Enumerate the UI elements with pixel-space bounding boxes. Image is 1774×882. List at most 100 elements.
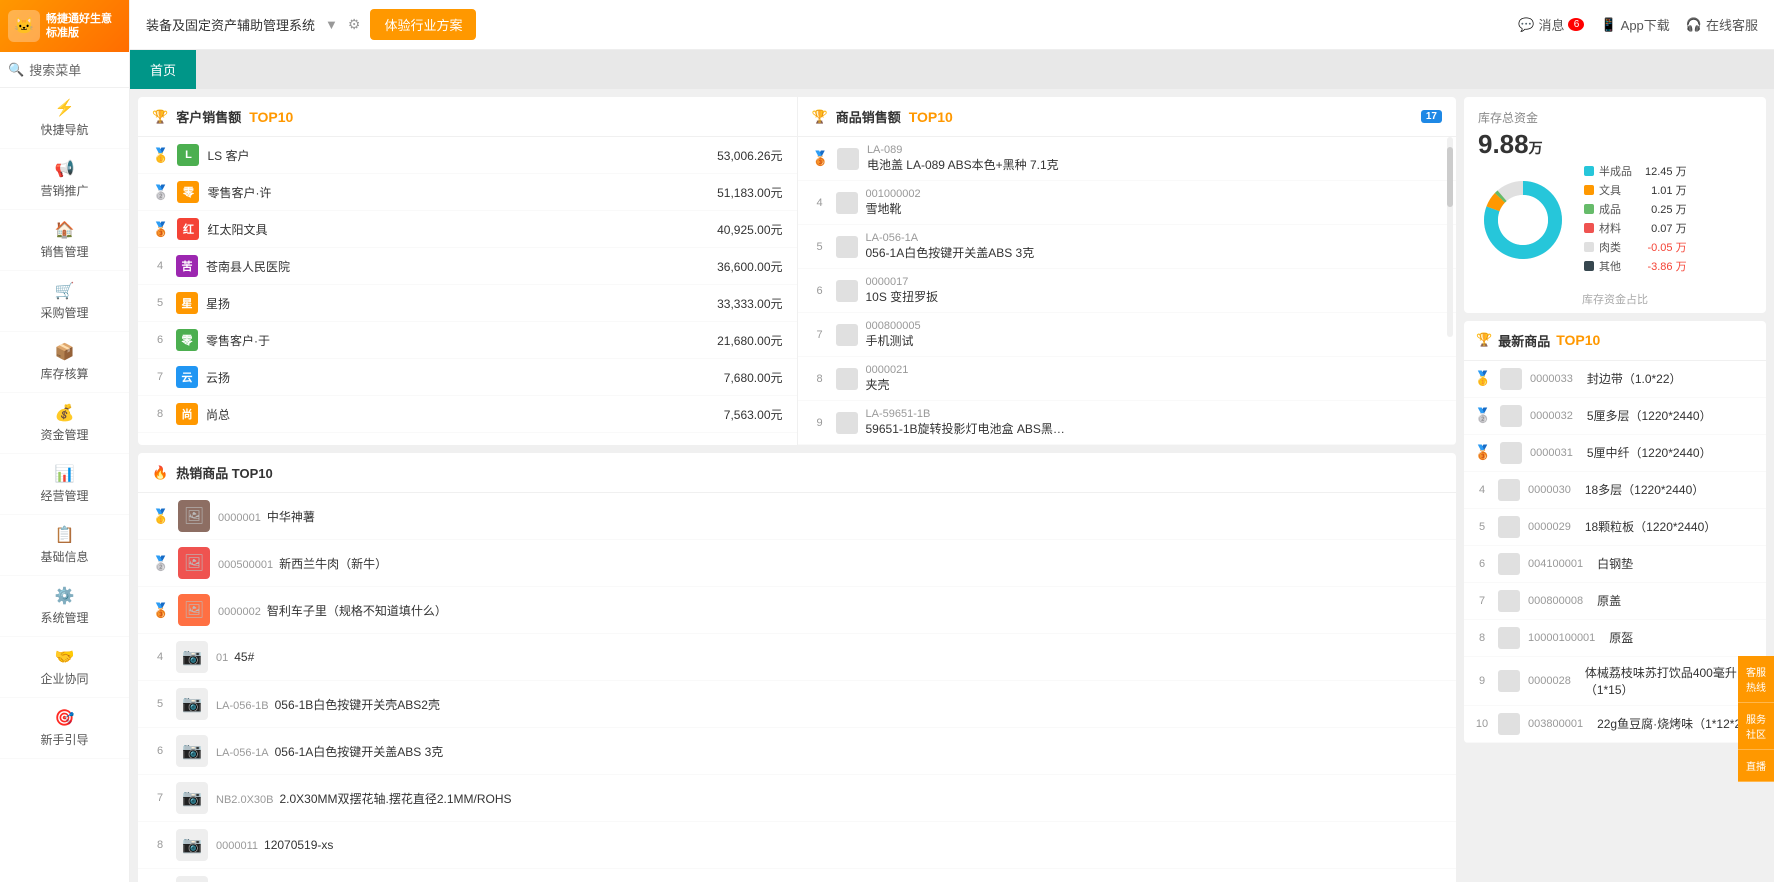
online-service-item[interactable]: 🎧 在线客服 (1686, 15, 1758, 34)
legend-list: 半成品 12.45 万 文具 1.01 万 成品 0.25 万 (1584, 163, 1687, 277)
rank-cell: 🥉 (152, 602, 170, 619)
hot-product-item[interactable]: 9📷KK-SD22110H花语萌恒温分隔睡袋（厚款） (138, 869, 1456, 882)
hot-product-code: 01 (216, 652, 228, 664)
hot-product-code: 000500001 (218, 559, 273, 571)
product-sales-item[interactable]: 5LA-056-1A056-1A白色按键开关盖ABS 3克 (798, 225, 1457, 269)
hot-product-item[interactable]: 4📷0145# (138, 634, 1456, 681)
customer-list-item[interactable]: 🥉红红太阳文具40,925.00元 (138, 211, 797, 248)
legend-item-other: 其他 -3.86 万 (1584, 258, 1687, 274)
product-avatar (836, 236, 858, 258)
customer-amount: 53,006.26元 (717, 147, 782, 164)
hot-product-item[interactable]: 🥉🖼0000002智利车子里（规格不知道填什么） (138, 587, 1456, 634)
rank-cell: 7 (152, 792, 168, 804)
gear-icon[interactable]: ⚙ (348, 16, 361, 33)
customer-list-item[interactable]: 5星星扬33,333.00元 (138, 285, 797, 322)
customer-list-item[interactable]: 6零零售客户·于21,680.00元 (138, 322, 797, 359)
phone-icon: 📱 (1600, 17, 1616, 33)
customer-amount: 40,925.00元 (717, 221, 782, 238)
legend-item-finished: 成品 0.25 万 (1584, 201, 1687, 217)
latest-product-code: 0000033 (1530, 373, 1573, 385)
hot-product-item[interactable]: 8📷000001112070519-xs (138, 822, 1456, 869)
legend-dot-finished (1584, 204, 1594, 214)
product-sales-item[interactable]: 9LA-59651-1B59651-1B旋转投影灯电池盒 ABS黑色+58克 (798, 401, 1457, 445)
sidebar-item-purchase[interactable]: 🛒 采购管理 (0, 271, 129, 332)
customer-list-item[interactable]: 7云云扬7,680.00元 (138, 359, 797, 396)
product-sales-item[interactable]: 80000021夹壳 (798, 357, 1457, 401)
sidebar-item-system[interactable]: ⚙️ 系统管理 (0, 576, 129, 637)
latest-product-item[interactable]: 🥈00000325厘多层（1220*2440） (1464, 398, 1766, 435)
legend-item-material: 材料 0.07 万 (1584, 220, 1687, 236)
sidebar-item-sales[interactable]: 🏠 销售管理 (0, 210, 129, 271)
rank-cell: 5 (152, 698, 168, 710)
customer-avatar: 零 (176, 329, 198, 351)
purchase-icon: 🛒 (55, 281, 75, 301)
latest-product-item[interactable]: 🥉00000315厘中纤（1220*2440） (1464, 435, 1766, 472)
latest-product-name: 体械荔枝味苏打饮品400毫升（1*15） (1585, 664, 1756, 698)
latest-product-item[interactable]: 90000028体械荔枝味苏打饮品400毫升（1*15） (1464, 657, 1766, 706)
hot-product-item[interactable]: 🥈🖼000500001新西兰牛肉（新牛） (138, 540, 1456, 587)
sidebar-item-management[interactable]: 📊 经营管理 (0, 454, 129, 515)
trial-button[interactable]: 体验行业方案 (370, 9, 476, 40)
customer-amount: 51,183.00元 (717, 184, 782, 201)
latest-product-item[interactable]: 6004100001白钢垫 (1464, 546, 1766, 583)
latest-product-name: 原盖 (1597, 592, 1756, 609)
float-buttons: 客服热线 服务社区 直播 (1738, 656, 1774, 782)
latest-product-code: 004100001 (1528, 558, 1583, 570)
chevron-down-icon[interactable]: ▼ (325, 17, 338, 32)
product-sales-item[interactable]: 6000001710S 变扭罗扳 (798, 269, 1457, 313)
product-avatar (836, 368, 858, 390)
sidebar-item-marketing[interactable]: 📢 营销推广 (0, 149, 129, 210)
rank-cell: 6 (152, 745, 168, 757)
product-avatar (836, 412, 858, 434)
hot-product-image: 📷 (176, 782, 208, 814)
hot-product-item[interactable]: 🥇🖼0000001中华神薯 (138, 493, 1456, 540)
latest-product-name: 5厘多层（1220*2440） (1587, 407, 1756, 424)
hot-product-name: 056-1A白色按键开关盖ABS 3克 (275, 745, 444, 759)
latest-product-item[interactable]: 810000100001原盔 (1464, 620, 1766, 657)
sidebar-item-guide[interactable]: 🎯 新手引导 (0, 698, 129, 759)
float-live[interactable]: 直播 (1738, 750, 1774, 782)
search-menu-item[interactable]: 🔍 搜索菜单 (0, 52, 129, 88)
float-service-community[interactable]: 服务社区 (1738, 703, 1774, 750)
customer-list-item[interactable]: 🥇LLS 客户53,006.26元 (138, 137, 797, 174)
hot-product-item[interactable]: 6📷LA-056-1A056-1A白色按键开关盖ABS 3克 (138, 728, 1456, 775)
system-icon: ⚙️ (55, 586, 75, 606)
float-customer-service[interactable]: 客服热线 (1738, 656, 1774, 703)
quick-nav-icon: ⚡ (55, 98, 75, 118)
product-thumbnail (1500, 405, 1522, 427)
hot-product-code: 0000002 (218, 606, 261, 618)
tab-home[interactable]: 首页 (130, 50, 196, 89)
product-sales-item[interactable]: 7000800005手机测试 (798, 313, 1457, 357)
hot-product-item[interactable]: 5📷LA-056-1B056-1B白色按键开关壳ABS2壳 (138, 681, 1456, 728)
customer-amount: 33,333.00元 (717, 295, 782, 312)
app-download-item[interactable]: 📱 App下载 (1600, 15, 1669, 34)
customer-avatar: 零 (177, 181, 199, 203)
content-area: 🏆 客户销售额 TOP10 🥇LLS 客户53,006.26元🥈零零售客户·许5… (130, 89, 1774, 882)
latest-product-item[interactable]: 7000800008原盖 (1464, 583, 1766, 620)
hot-product-name: 新西兰牛肉（新牛） (279, 557, 387, 571)
sidebar: 🐱 畅捷通好生意 标准版 🔍 搜索菜单 ⚡ 快捷导航 📢 营销推广 🏠 销售管理… (0, 0, 130, 882)
latest-product-code: 0000029 (1528, 521, 1571, 533)
messages-item[interactable]: 💬 消息 6 (1518, 15, 1584, 34)
customer-amount: 7,680.00元 (724, 369, 783, 386)
product-sales-item[interactable]: 4001000002雪地靴 (798, 181, 1457, 225)
inventory-label: 库存总资金 (1478, 109, 1752, 126)
rank-cell: 6 (812, 285, 828, 297)
sidebar-item-inventory[interactable]: 📦 库存核算 (0, 332, 129, 393)
latest-trophy-icon: 🏆 (1476, 332, 1492, 348)
customer-list-item[interactable]: 🥈零零售客户·许51,183.00元 (138, 174, 797, 211)
sidebar-item-basic-info[interactable]: 📋 基础信息 (0, 515, 129, 576)
latest-product-item[interactable]: 4000003018多层（1220*2440） (1464, 472, 1766, 509)
hot-product-item[interactable]: 7📷NB2.0X30B2.0X30MM双摆花轴.摆花直径2.1MM/ROHS (138, 775, 1456, 822)
hot-product-image: 🖼 (178, 547, 210, 579)
customer-list-item[interactable]: 4苦苍南县人民医院36,600.00元 (138, 248, 797, 285)
latest-product-item[interactable]: 1000380000122g鱼豆腐·烧烤味（1*12*20） (1464, 706, 1766, 743)
customer-list-item[interactable]: 8尚尚总7,563.00元 (138, 396, 797, 433)
product-sales-item[interactable]: 🥉LA-089电池盖 LA-089 ABS本色+黑种 7.1克 (798, 137, 1457, 181)
sidebar-item-finance[interactable]: 💰 资金管理 (0, 393, 129, 454)
latest-product-item[interactable]: 5000002918颗粒板（1220*2440） (1464, 509, 1766, 546)
inventory-total-section: 库存总资金 9.88万 (1464, 97, 1766, 163)
latest-product-item[interactable]: 🥇0000033封边带（1.0*22） (1464, 361, 1766, 398)
sidebar-item-quick-nav[interactable]: ⚡ 快捷导航 (0, 88, 129, 149)
sidebar-item-enterprise[interactable]: 🤝 企业协同 (0, 637, 129, 698)
